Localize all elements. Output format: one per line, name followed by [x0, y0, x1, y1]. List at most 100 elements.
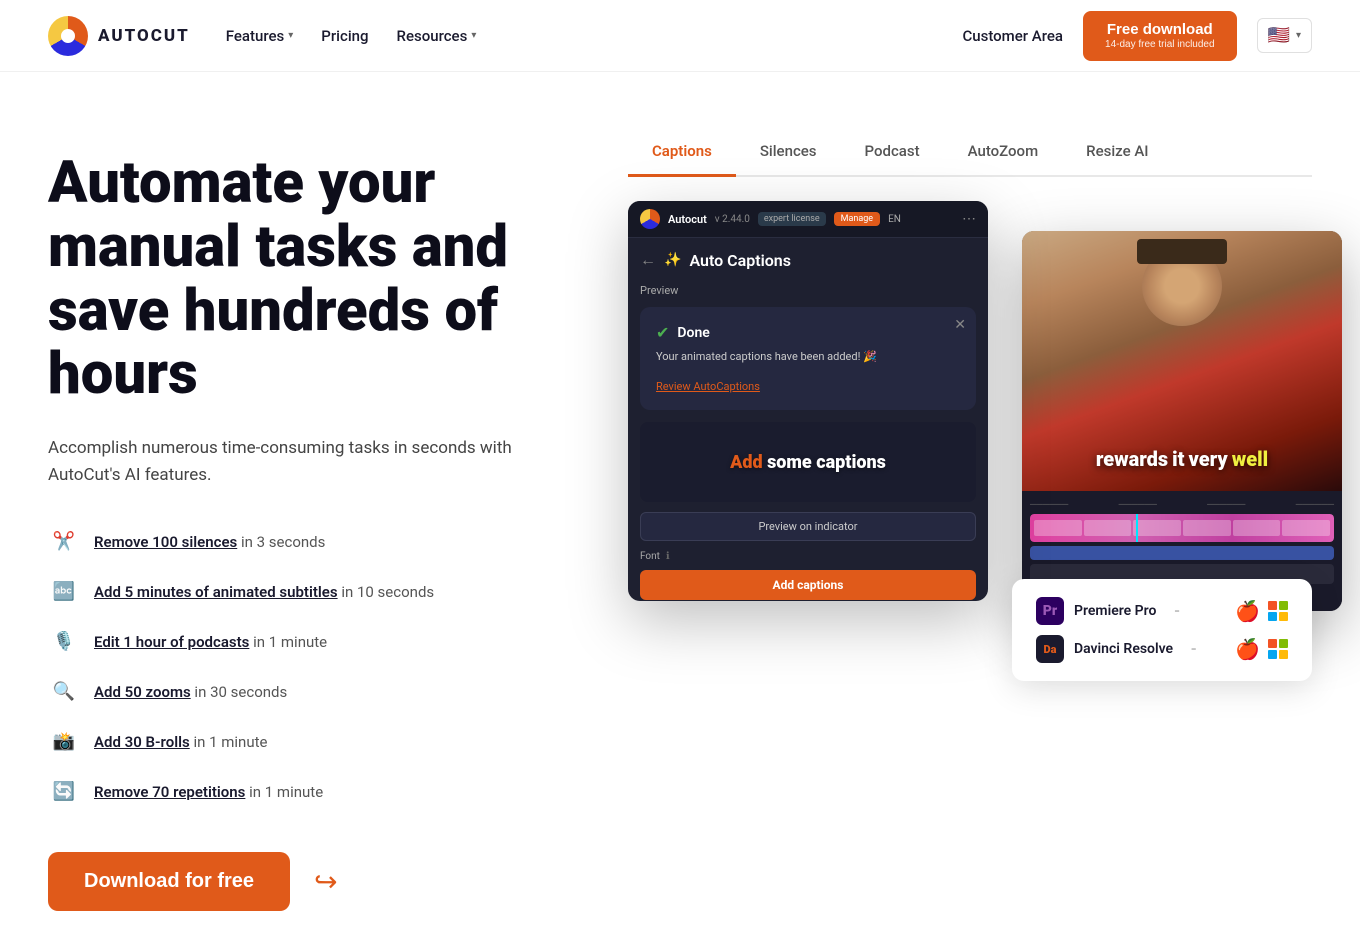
- app-content: ← ✨ Auto Captions Preview ✕ ✔ Done Your …: [628, 238, 988, 601]
- subtitles-time: in 10 seconds: [341, 583, 434, 601]
- section-title: Auto Captions: [689, 251, 791, 270]
- done-title: Done: [677, 325, 709, 341]
- timeline-markers: ────── ────── ────── ──────: [1030, 499, 1334, 510]
- brolls-time: in 1 minute: [193, 733, 267, 751]
- done-modal: ✕ ✔ Done Your animated captions have bee…: [640, 307, 976, 410]
- podcasts-link[interactable]: Edit 1 hour of podcasts: [94, 633, 249, 651]
- separator: -: [1174, 601, 1179, 622]
- hero-subtitle: Accomplish numerous time-consuming tasks…: [48, 435, 588, 489]
- lang-indicator: EN: [888, 214, 901, 225]
- flag-icon: 🇺🇸: [1268, 25, 1290, 46]
- manage-badge: Manage: [834, 212, 880, 226]
- app-name: Autocut: [668, 213, 707, 226]
- platform-card: Pr Premiere Pro - 🍎: [1012, 579, 1312, 681]
- list-item: 🎙️ Edit 1 hour of podcasts in 1 minute: [48, 626, 588, 658]
- nav-pricing[interactable]: Pricing: [321, 27, 368, 45]
- podcasts-time: in 1 minute: [253, 633, 327, 651]
- repetitions-link[interactable]: Remove 70 repetitions: [94, 783, 245, 801]
- apple-icon: 🍎: [1235, 599, 1260, 623]
- nav-left: AUTOCUT Features ▾ Pricing Resources ▾: [48, 16, 476, 56]
- windows-icon: [1268, 601, 1288, 621]
- logo-text: AUTOCUT: [98, 26, 190, 46]
- scissors-icon: ✂️: [48, 526, 80, 558]
- free-download-button[interactable]: Free download 14-day free trial included: [1083, 11, 1237, 61]
- list-item: 📸 Add 30 B-rolls in 1 minute: [48, 726, 588, 758]
- broll-icon: 📸: [48, 726, 80, 758]
- download-wrap: Download for free ↩: [48, 852, 588, 911]
- preview-indicator-button[interactable]: Preview on indicator: [640, 512, 976, 541]
- chevron-down-icon: ▾: [1296, 30, 1301, 41]
- silences-link[interactable]: Remove 100 silences: [94, 533, 237, 551]
- tab-autozoom[interactable]: AutoZoom: [944, 132, 1063, 177]
- platform-row-davinci: Da Davinci Resolve - 🍎: [1036, 635, 1288, 663]
- subtitles-link[interactable]: Add 5 minutes of animated subtitles: [94, 583, 338, 601]
- video-screenshot: rewards it very well ────── ────── ─────…: [1022, 231, 1342, 611]
- os-icons-2: 🍎: [1235, 637, 1288, 661]
- nav-resources[interactable]: Resources ▾: [397, 27, 477, 45]
- more-icon[interactable]: ⋯: [962, 211, 976, 227]
- done-header: ✔ Done: [656, 323, 960, 342]
- mic-icon: 🎙️: [48, 626, 80, 658]
- platform-row-premiere: Pr Premiere Pro - 🍎: [1036, 597, 1288, 625]
- preview-label: Preview: [640, 284, 976, 297]
- screenshots-area: Autocut v 2.44.0 expert license Manage E…: [628, 201, 1312, 661]
- davinci-logo: Da: [1036, 635, 1064, 663]
- video-person: rewards it very well: [1022, 231, 1342, 491]
- caption-text: Add some captions: [730, 452, 886, 473]
- app-header: Autocut v 2.44.0 expert license Manage E…: [628, 201, 988, 238]
- hero-section: Automate your manual tasks and save hund…: [0, 72, 1360, 951]
- close-icon[interactable]: ✕: [954, 317, 966, 333]
- separator-2: -: [1191, 639, 1196, 660]
- product-tabs: Captions Silences Podcast AutoZoom Resiz…: [628, 132, 1312, 177]
- zooms-link[interactable]: Add 50 zooms: [94, 683, 191, 701]
- features-list: ✂️ Remove 100 silences in 3 seconds 🔤 Ad…: [48, 526, 588, 808]
- info-icon: ℹ: [666, 551, 670, 562]
- video-subtitle: rewards it very well: [1096, 447, 1268, 471]
- cc-icon: 🔤: [48, 576, 80, 608]
- apple-icon-2: 🍎: [1235, 637, 1260, 661]
- chevron-down-icon: ▾: [288, 30, 293, 41]
- tab-silences[interactable]: Silences: [736, 132, 841, 177]
- davinci-name: Davinci Resolve: [1074, 641, 1173, 657]
- navbar: AUTOCUT Features ▾ Pricing Resources ▾ C…: [0, 0, 1360, 72]
- timeline-track-2: [1030, 546, 1334, 560]
- add-captions-button[interactable]: Add captions: [640, 570, 976, 600]
- timeline-cursor: [1136, 514, 1138, 542]
- arrow-icon: ↩: [314, 865, 337, 898]
- logo-icon: [48, 16, 88, 56]
- os-icons: 🍎: [1235, 599, 1288, 623]
- premiere-logo: Pr: [1036, 597, 1064, 625]
- app-header-left: Autocut v 2.44.0 expert license Manage E…: [640, 209, 901, 229]
- list-item: 🔤 Add 5 minutes of animated subtitles in…: [48, 576, 588, 608]
- subtitle-word-2: it: [1172, 447, 1184, 471]
- logo[interactable]: AUTOCUT: [48, 16, 190, 56]
- app-version: v 2.44.0: [715, 214, 750, 225]
- language-selector[interactable]: 🇺🇸 ▾: [1257, 18, 1312, 53]
- tab-captions[interactable]: Captions: [628, 132, 736, 177]
- app-section-header: ← ✨ Auto Captions: [640, 250, 976, 270]
- zooms-time: in 30 seconds: [194, 683, 287, 701]
- brolls-link[interactable]: Add 30 B-rolls: [94, 733, 190, 751]
- back-arrow-icon[interactable]: ←: [640, 250, 656, 270]
- subtitle-word-3: very: [1189, 447, 1228, 471]
- timeline-pink-track: [1030, 514, 1334, 542]
- tab-podcast[interactable]: Podcast: [841, 132, 944, 177]
- tab-resize-ai[interactable]: Resize AI: [1062, 132, 1172, 177]
- hero-title: Automate your manual tasks and save hund…: [48, 152, 588, 407]
- list-item: ✂️ Remove 100 silences in 3 seconds: [48, 526, 588, 558]
- download-for-free-button[interactable]: Download for free: [48, 852, 290, 911]
- font-label: Font: [640, 551, 660, 562]
- nav-right: Customer Area Free download 14-day free …: [962, 11, 1312, 61]
- check-icon: ✔: [656, 323, 669, 342]
- license-badge: expert license: [758, 212, 826, 226]
- customer-area-link[interactable]: Customer Area: [962, 27, 1063, 45]
- nav-features[interactable]: Features ▾: [226, 27, 294, 45]
- review-link[interactable]: Review AutoCaptions: [656, 380, 760, 393]
- premiere-name: Premiere Pro: [1074, 603, 1156, 619]
- zoom-icon: 🔍: [48, 676, 80, 708]
- chevron-down-icon: ▾: [471, 30, 476, 41]
- subtitle-word-4: well: [1232, 447, 1268, 471]
- subtitle-word-1: rewards: [1096, 447, 1168, 471]
- video-preview-app: Add some captions: [640, 422, 976, 502]
- list-item: 🔍 Add 50 zooms in 30 seconds: [48, 676, 588, 708]
